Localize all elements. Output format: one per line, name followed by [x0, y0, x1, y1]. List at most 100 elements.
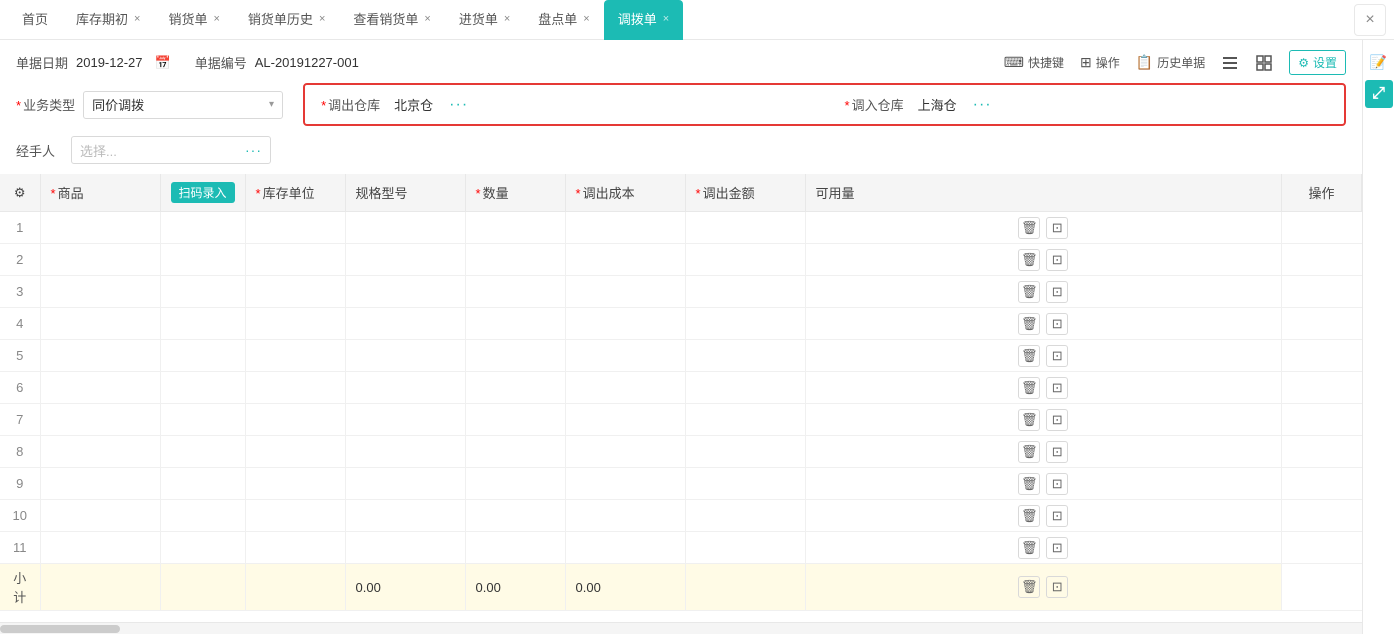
calendar-icon[interactable]: 📅: [155, 55, 171, 71]
row-available[interactable]: [685, 276, 805, 308]
copy-row-button[interactable]: ⊡: [1046, 345, 1068, 367]
th-scan[interactable]: 扫码录入: [160, 174, 245, 212]
row-cost[interactable]: [465, 340, 565, 372]
row-spec[interactable]: [245, 212, 345, 244]
row-spec[interactable]: [245, 404, 345, 436]
row-product[interactable]: [40, 244, 160, 276]
row-qty[interactable]: [345, 276, 465, 308]
transfer-out-value[interactable]: 北京仓: [394, 95, 433, 114]
row-cost[interactable]: [465, 372, 565, 404]
tab-sales-history[interactable]: 销货单历史 ×: [234, 0, 339, 40]
layout-grid-button[interactable]: [1255, 54, 1273, 72]
row-product[interactable]: [40, 212, 160, 244]
row-spec[interactable]: [245, 500, 345, 532]
tab-purchase-order[interactable]: 进货单 ×: [445, 0, 524, 40]
row-available[interactable]: [685, 532, 805, 564]
shortcut-button[interactable]: ⌨ 快捷键: [1004, 54, 1064, 71]
copy-row-button[interactable]: ⊡: [1046, 313, 1068, 335]
window-close-button[interactable]: ×: [1354, 4, 1386, 36]
row-qty[interactable]: [345, 212, 465, 244]
row-cost[interactable]: [465, 308, 565, 340]
scan-button[interactable]: 扫码录入: [171, 182, 235, 203]
table-container[interactable]: ⚙ *商品 扫码录入 *库存单位 规格型号 *数量: [0, 174, 1362, 622]
row-amount[interactable]: [565, 276, 685, 308]
row-unit[interactable]: [160, 404, 245, 436]
row-unit[interactable]: [160, 308, 245, 340]
row-qty[interactable]: [345, 500, 465, 532]
copy-row-button[interactable]: ⊡: [1046, 377, 1068, 399]
row-available[interactable]: [685, 340, 805, 372]
row-qty[interactable]: [345, 340, 465, 372]
row-unit[interactable]: [160, 340, 245, 372]
row-spec[interactable]: [245, 276, 345, 308]
row-qty[interactable]: [345, 436, 465, 468]
tab-sales-history-close[interactable]: ×: [319, 13, 325, 25]
row-product[interactable]: [40, 308, 160, 340]
delete-row-button[interactable]: 🗑: [1018, 537, 1040, 559]
delete-row-button[interactable]: 🗑: [1018, 441, 1040, 463]
row-amount[interactable]: [565, 500, 685, 532]
row-amount[interactable]: [565, 340, 685, 372]
transfer-in-value[interactable]: 上海仓: [918, 95, 957, 114]
row-qty[interactable]: [345, 468, 465, 500]
row-unit[interactable]: [160, 532, 245, 564]
copy-row-button[interactable]: ⊡: [1046, 249, 1068, 271]
row-qty[interactable]: [345, 404, 465, 436]
settings-button[interactable]: ⚙ 设置: [1289, 50, 1346, 75]
tab-inventory-count[interactable]: 盘点单 ×: [524, 0, 603, 40]
handler-select[interactable]: 选择... ···: [71, 136, 271, 164]
tab-inventory-count-close[interactable]: ×: [583, 13, 589, 25]
handler-more-btn[interactable]: ···: [245, 142, 262, 158]
row-available[interactable]: [685, 308, 805, 340]
delete-row-button[interactable]: 🗑: [1018, 377, 1040, 399]
copy-row-button[interactable]: ⊡: [1046, 409, 1068, 431]
row-cost[interactable]: [465, 212, 565, 244]
row-amount[interactable]: [565, 404, 685, 436]
row-amount[interactable]: [565, 308, 685, 340]
transfer-out-more-btn[interactable]: ···: [449, 96, 468, 114]
delete-row-button[interactable]: 🗑: [1018, 409, 1040, 431]
subtotal-copy-button[interactable]: ⊡: [1046, 576, 1068, 598]
sidebar-expand-button[interactable]: ⤢: [1365, 80, 1393, 108]
row-amount[interactable]: [565, 436, 685, 468]
delete-row-button[interactable]: 🗑: [1018, 281, 1040, 303]
layout-list-button[interactable]: [1221, 54, 1239, 72]
tab-view-sales[interactable]: 查看销货单 ×: [339, 0, 444, 40]
row-available[interactable]: [685, 436, 805, 468]
row-spec[interactable]: [245, 340, 345, 372]
row-unit[interactable]: [160, 500, 245, 532]
row-spec[interactable]: [245, 436, 345, 468]
tab-home[interactable]: 首页: [8, 0, 62, 40]
row-qty[interactable]: [345, 308, 465, 340]
delete-row-button[interactable]: 🗑: [1018, 473, 1040, 495]
row-available[interactable]: [685, 404, 805, 436]
row-spec[interactable]: [245, 468, 345, 500]
delete-row-button[interactable]: 🗑: [1018, 505, 1040, 527]
row-unit[interactable]: [160, 468, 245, 500]
copy-row-button[interactable]: ⊡: [1046, 281, 1068, 303]
th-settings[interactable]: ⚙: [0, 174, 40, 212]
delete-row-button[interactable]: 🗑: [1018, 249, 1040, 271]
row-spec[interactable]: [245, 532, 345, 564]
row-unit[interactable]: [160, 372, 245, 404]
transfer-in-more-btn[interactable]: ···: [973, 96, 992, 114]
row-unit[interactable]: [160, 212, 245, 244]
row-available[interactable]: [685, 468, 805, 500]
delete-row-button[interactable]: 🗑: [1018, 313, 1040, 335]
row-product[interactable]: [40, 532, 160, 564]
tab-sales-order[interactable]: 销货单 ×: [154, 0, 233, 40]
operations-button[interactable]: ⊞ 操作: [1080, 54, 1120, 71]
row-cost[interactable]: [465, 244, 565, 276]
row-cost[interactable]: [465, 532, 565, 564]
tab-view-sales-close[interactable]: ×: [424, 13, 430, 25]
copy-row-button[interactable]: ⊡: [1046, 505, 1068, 527]
sidebar-note-button[interactable]: 📝: [1365, 48, 1393, 76]
row-product[interactable]: [40, 436, 160, 468]
row-unit[interactable]: [160, 436, 245, 468]
row-available[interactable]: [685, 244, 805, 276]
tab-transfer-order[interactable]: 调拨单 ×: [604, 0, 683, 40]
row-product[interactable]: [40, 276, 160, 308]
scrollbar-thumb[interactable]: [0, 625, 120, 633]
tab-transfer-order-close[interactable]: ×: [663, 13, 669, 25]
row-amount[interactable]: [565, 468, 685, 500]
